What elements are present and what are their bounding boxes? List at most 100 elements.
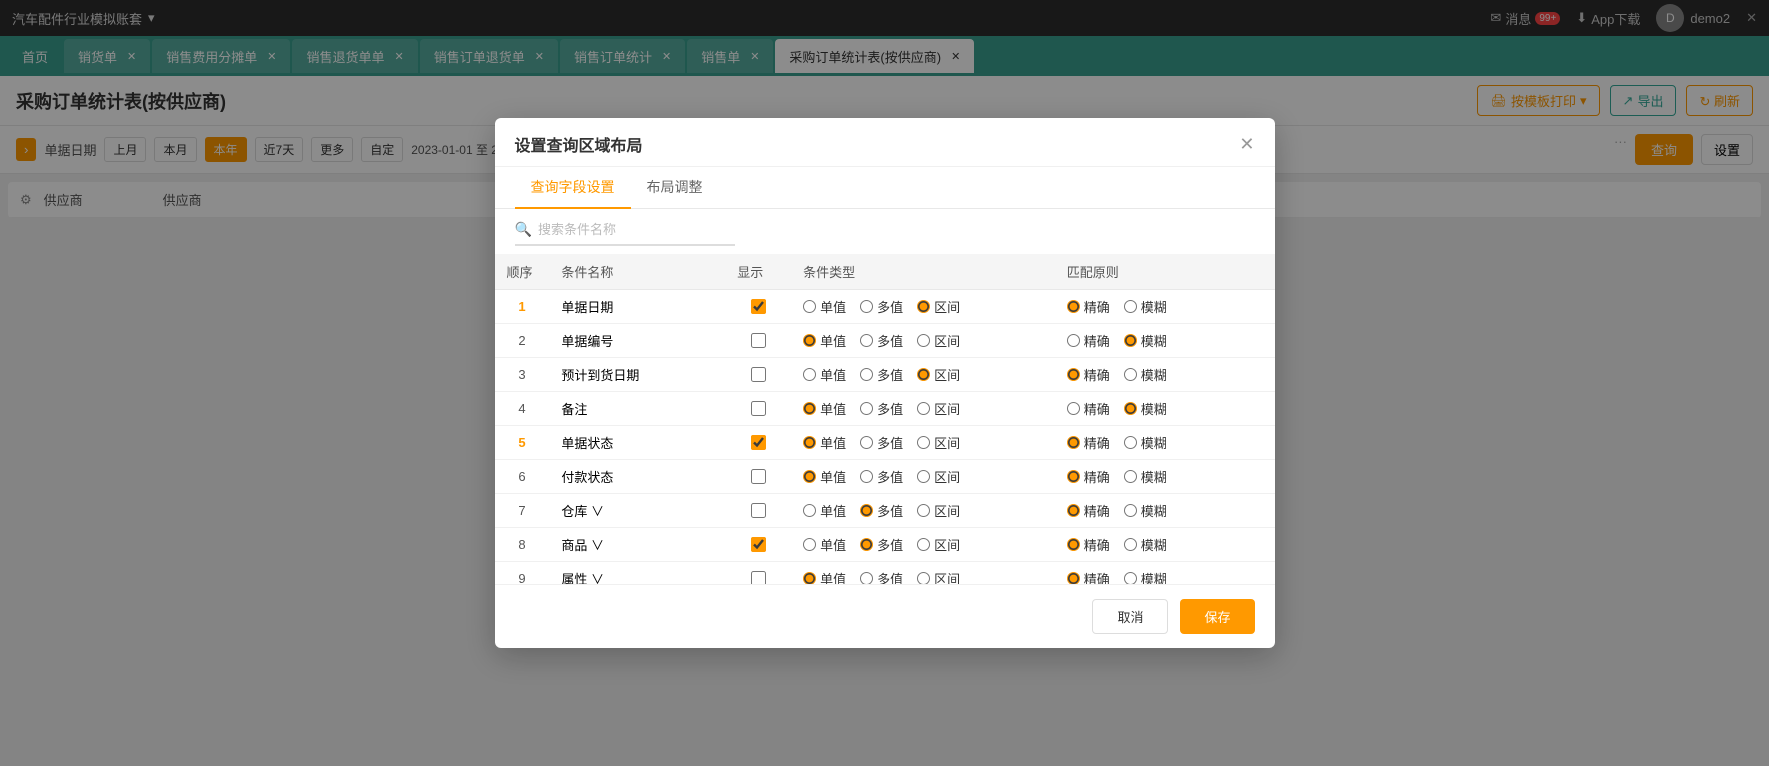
table-row: 9属性 ∨单值多值区间精确模糊 — [495, 562, 1275, 585]
type-option-单值[interactable]: 单值 — [803, 399, 846, 418]
show-checkbox[interactable] — [751, 503, 766, 518]
match-option-精确[interactable]: 精确 — [1067, 365, 1110, 384]
show-checkbox[interactable] — [751, 571, 766, 584]
show-checkbox[interactable] — [751, 469, 766, 484]
row-order: 6 — [495, 460, 550, 494]
type-option-单值[interactable]: 单值 — [803, 297, 846, 316]
match-option-模糊[interactable]: 模糊 — [1124, 535, 1167, 554]
row-match: 精确模糊 — [1055, 358, 1275, 392]
match-radio-group: 精确模糊 — [1067, 399, 1263, 418]
settings-table-scroll: 顺序 条件名称 显示 条件类型 匹配原则 1单据日期单值多值区间精确模糊2单据编… — [495, 254, 1275, 584]
row-type: 单值多值区间 — [791, 290, 1055, 324]
tab-fields[interactable]: 查询字段设置 — [515, 167, 631, 209]
match-option-模糊[interactable]: 模糊 — [1124, 297, 1167, 316]
search-input[interactable] — [538, 222, 718, 237]
type-option-多值[interactable]: 多值 — [860, 467, 903, 486]
type-option-区间[interactable]: 区间 — [917, 331, 960, 350]
type-option-多值[interactable]: 多值 — [860, 433, 903, 452]
table-row: 4备注单值多值区间精确模糊 — [495, 392, 1275, 426]
type-option-多值[interactable]: 多值 — [860, 331, 903, 350]
search-icon: 🔍 — [515, 221, 532, 238]
row-show — [725, 358, 791, 392]
type-option-区间[interactable]: 区间 — [917, 297, 960, 316]
table-row: 5单据状态单值多值区间精确模糊 — [495, 426, 1275, 460]
row-match: 精确模糊 — [1055, 528, 1275, 562]
type-option-区间[interactable]: 区间 — [917, 365, 960, 384]
match-option-精确[interactable]: 精确 — [1067, 399, 1110, 418]
order-number: 6 — [518, 469, 525, 484]
type-option-单值[interactable]: 单值 — [803, 467, 846, 486]
settings-dialog: 设置查询区域布局 ✕ 查询字段设置 布局调整 🔍 顺序 条件名称 显示 条件类型 — [495, 118, 1275, 648]
type-option-单值[interactable]: 单值 — [803, 501, 846, 520]
row-order: 3 — [495, 358, 550, 392]
table-row: 3预计到货日期单值多值区间精确模糊 — [495, 358, 1275, 392]
row-match: 精确模糊 — [1055, 426, 1275, 460]
match-option-精确[interactable]: 精确 — [1067, 331, 1110, 350]
match-radio-group: 精确模糊 — [1067, 297, 1263, 316]
order-number: 3 — [518, 367, 525, 382]
show-checkbox[interactable] — [751, 537, 766, 552]
row-show — [725, 426, 791, 460]
settings-table: 顺序 条件名称 显示 条件类型 匹配原则 1单据日期单值多值区间精确模糊2单据编… — [495, 254, 1275, 584]
row-name: 单据日期 — [549, 290, 725, 324]
match-option-模糊[interactable]: 模糊 — [1124, 569, 1167, 584]
row-type: 单值多值区间 — [791, 324, 1055, 358]
type-option-区间[interactable]: 区间 — [917, 399, 960, 418]
match-option-模糊[interactable]: 模糊 — [1124, 467, 1167, 486]
match-option-精确[interactable]: 精确 — [1067, 569, 1110, 584]
row-show — [725, 528, 791, 562]
type-radio-group: 单值多值区间 — [803, 297, 1043, 316]
type-radio-group: 单值多值区间 — [803, 569, 1043, 584]
show-checkbox[interactable] — [751, 401, 766, 416]
type-option-区间[interactable]: 区间 — [917, 501, 960, 520]
order-number: 5 — [518, 435, 525, 450]
match-option-精确[interactable]: 精确 — [1067, 433, 1110, 452]
match-option-模糊[interactable]: 模糊 — [1124, 501, 1167, 520]
type-option-多值[interactable]: 多值 — [860, 399, 903, 418]
row-show — [725, 290, 791, 324]
order-number: 8 — [518, 537, 525, 552]
dialog-title: 设置查询区域布局 — [515, 132, 643, 156]
show-checkbox[interactable] — [751, 435, 766, 450]
match-option-精确[interactable]: 精确 — [1067, 467, 1110, 486]
save-button[interactable]: 保存 — [1180, 599, 1254, 634]
row-name: 付款状态 — [549, 460, 725, 494]
match-option-模糊[interactable]: 模糊 — [1124, 399, 1167, 418]
row-match: 精确模糊 — [1055, 290, 1275, 324]
type-option-区间[interactable]: 区间 — [917, 467, 960, 486]
cancel-button[interactable]: 取消 — [1092, 599, 1168, 634]
type-option-多值[interactable]: 多值 — [860, 501, 903, 520]
type-option-多值[interactable]: 多值 — [860, 535, 903, 554]
type-option-单值[interactable]: 单值 — [803, 535, 846, 554]
match-option-精确[interactable]: 精确 — [1067, 297, 1110, 316]
type-option-多值[interactable]: 多值 — [860, 569, 903, 584]
match-radio-group: 精确模糊 — [1067, 569, 1263, 584]
type-option-单值[interactable]: 单值 — [803, 365, 846, 384]
match-option-精确[interactable]: 精确 — [1067, 535, 1110, 554]
row-name: 单据编号 — [549, 324, 725, 358]
show-checkbox[interactable] — [751, 367, 766, 382]
show-checkbox[interactable] — [751, 299, 766, 314]
type-option-单值[interactable]: 单值 — [803, 569, 846, 584]
match-option-模糊[interactable]: 模糊 — [1124, 433, 1167, 452]
show-checkbox[interactable] — [751, 333, 766, 348]
type-option-多值[interactable]: 多值 — [860, 365, 903, 384]
match-radio-group: 精确模糊 — [1067, 535, 1263, 554]
row-show — [725, 324, 791, 358]
type-option-区间[interactable]: 区间 — [917, 569, 960, 584]
match-option-模糊[interactable]: 模糊 — [1124, 365, 1167, 384]
type-option-区间[interactable]: 区间 — [917, 433, 960, 452]
row-match: 精确模糊 — [1055, 562, 1275, 585]
type-option-区间[interactable]: 区间 — [917, 535, 960, 554]
dialog-close-button[interactable]: ✕ — [1239, 135, 1254, 153]
match-option-模糊[interactable]: 模糊 — [1124, 331, 1167, 350]
tab-layout[interactable]: 布局调整 — [631, 167, 719, 209]
th-match: 匹配原则 — [1055, 254, 1275, 290]
type-radio-group: 单值多值区间 — [803, 365, 1043, 384]
type-option-单值[interactable]: 单值 — [803, 331, 846, 350]
order-number: 4 — [518, 401, 525, 416]
match-option-精确[interactable]: 精确 — [1067, 501, 1110, 520]
type-option-单值[interactable]: 单值 — [803, 433, 846, 452]
type-option-多值[interactable]: 多值 — [860, 297, 903, 316]
row-type: 单值多值区间 — [791, 358, 1055, 392]
